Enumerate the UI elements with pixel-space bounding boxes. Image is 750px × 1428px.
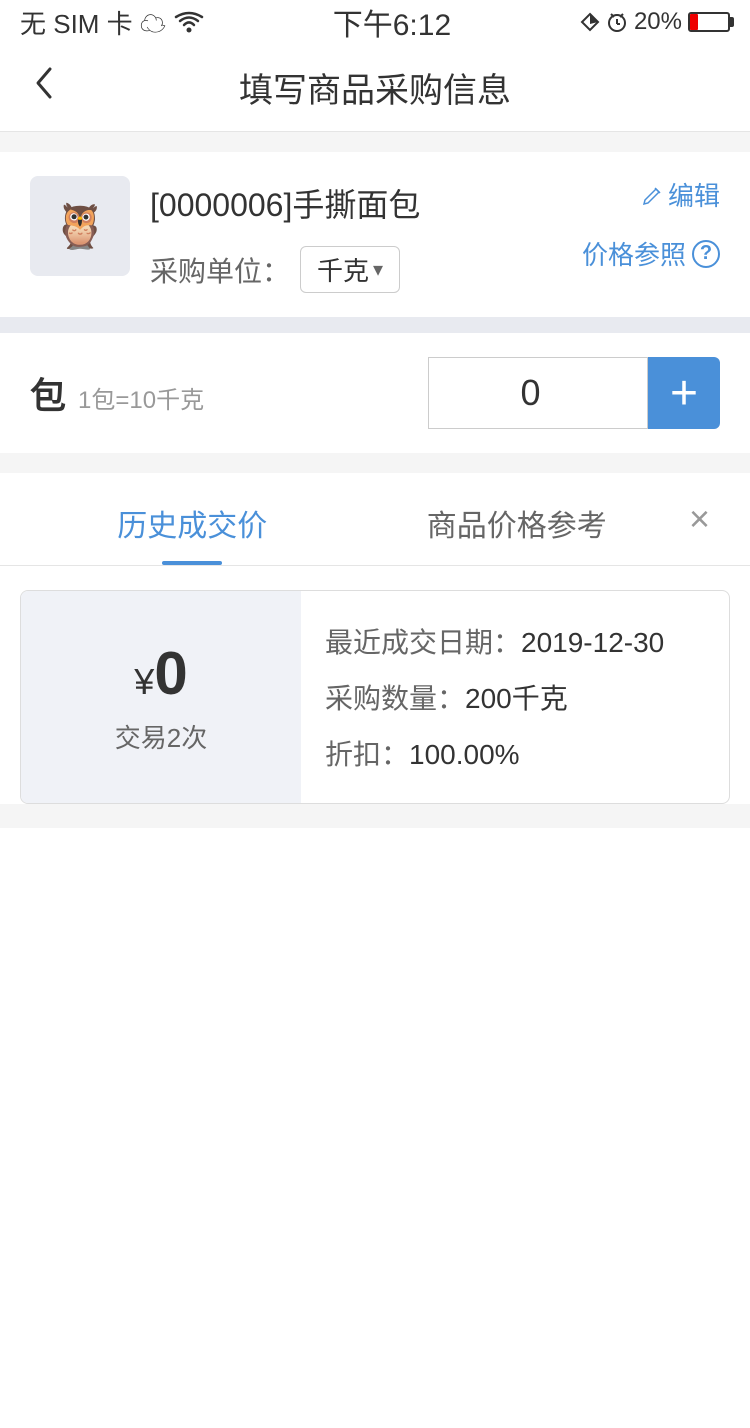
wifi-icon: [174, 11, 204, 33]
quantity-input-group: +: [428, 357, 720, 429]
product-thumbnail: 🦉: [53, 200, 108, 252]
quantity-plus-button[interactable]: +: [648, 357, 720, 429]
quantity-input[interactable]: [428, 357, 648, 429]
plus-icon: +: [670, 366, 698, 421]
product-card: 🦉 [0000006]手撕面包 采购单位： 千克 ▾ 编辑: [0, 152, 750, 317]
quantity-unit: 包: [30, 367, 66, 419]
unit-label: 采购单位：: [150, 250, 290, 290]
quantity-conversion: 1包=10千克: [78, 380, 204, 415]
location-icon: [580, 12, 600, 32]
edit-button[interactable]: 编辑: [642, 176, 720, 213]
empty-content-area: [0, 828, 750, 1428]
currency-symbol: ¥: [134, 661, 154, 702]
discount-value: 100.00%: [409, 739, 520, 770]
sim-label: 无 SIM 卡 ☁: [20, 4, 166, 41]
transaction-price-column: ¥0 交易2次: [21, 591, 301, 803]
tab-price-ref[interactable]: 商品价格参考: [354, 473, 678, 565]
transaction-detail-column: 最近成交日期：2019-12-30 采购数量：200千克 折扣：100.00%: [301, 591, 729, 803]
alarm-icon: [606, 11, 628, 33]
status-time: 下午6:12: [333, 0, 451, 44]
purchase-quantity-value: 200千克: [465, 683, 568, 714]
quantity-label-group: 包 1包=10千克: [30, 367, 204, 419]
purchase-quantity-row: 采购数量：200千克: [325, 677, 705, 717]
section-divider: [0, 317, 750, 333]
product-unit-row: 采购单位： 千克 ▾: [150, 246, 582, 293]
discount-row: 折扣：100.00%: [325, 733, 705, 773]
back-button[interactable]: [20, 51, 68, 124]
status-bar: 无 SIM 卡 ☁ 下午6:12 20%: [0, 0, 750, 44]
tab-header: 历史成交价 商品价格参考 ×: [0, 473, 750, 566]
transaction-card: ¥0 交易2次 最近成交日期：2019-12-30 采购数量：200千克 折扣：…: [20, 590, 730, 804]
transaction-count: 交易2次: [115, 718, 207, 755]
edit-icon: [642, 184, 664, 206]
unit-select[interactable]: 千克 ▾: [300, 246, 400, 293]
status-left: 无 SIM 卡 ☁: [20, 4, 204, 41]
close-icon: ×: [689, 498, 710, 539]
price-value: 0: [154, 640, 187, 707]
tab-history-price[interactable]: 历史成交价: [30, 473, 354, 565]
price-ref-label: 价格参照: [582, 235, 686, 272]
status-right: 20%: [580, 8, 730, 36]
page-header: 填写商品采购信息: [0, 44, 750, 132]
recent-date-row: 最近成交日期：2019-12-30: [325, 621, 705, 661]
product-details: [0000006]手撕面包 采购单位： 千克 ▾: [150, 176, 582, 293]
recent-date-value: 2019-12-30: [521, 627, 664, 658]
tab-section: 历史成交价 商品价格参考 × ¥0 交易2次 最近成交日期：2019-12-30…: [0, 473, 750, 804]
battery-percent: 20%: [634, 8, 682, 36]
help-icon: ?: [692, 240, 720, 268]
tab-price-ref-label: 商品价格参考: [427, 510, 607, 543]
unit-value: 千克: [317, 251, 369, 288]
purchase-quantity-label: 采购数量：: [325, 683, 465, 714]
quantity-row: 包 1包=10千克 +: [0, 333, 750, 453]
product-info: 🦉 [0000006]手撕面包 采购单位： 千克 ▾: [30, 176, 582, 293]
tab-close-button[interactable]: ×: [679, 488, 720, 550]
battery-icon: [688, 12, 730, 32]
product-image: 🦉: [30, 176, 130, 276]
transaction-price: ¥0: [134, 639, 187, 708]
chevron-down-icon: ▾: [373, 257, 383, 282]
tab-history-label: 历史成交价: [117, 510, 267, 543]
recent-date-label: 最近成交日期：: [325, 627, 521, 658]
page-title: 填写商品采购信息: [239, 63, 511, 112]
price-ref-button[interactable]: 价格参照 ?: [582, 235, 720, 272]
product-name: [0000006]手撕面包: [150, 180, 582, 226]
edit-label: 编辑: [668, 176, 720, 213]
discount-label: 折扣：: [325, 739, 409, 770]
